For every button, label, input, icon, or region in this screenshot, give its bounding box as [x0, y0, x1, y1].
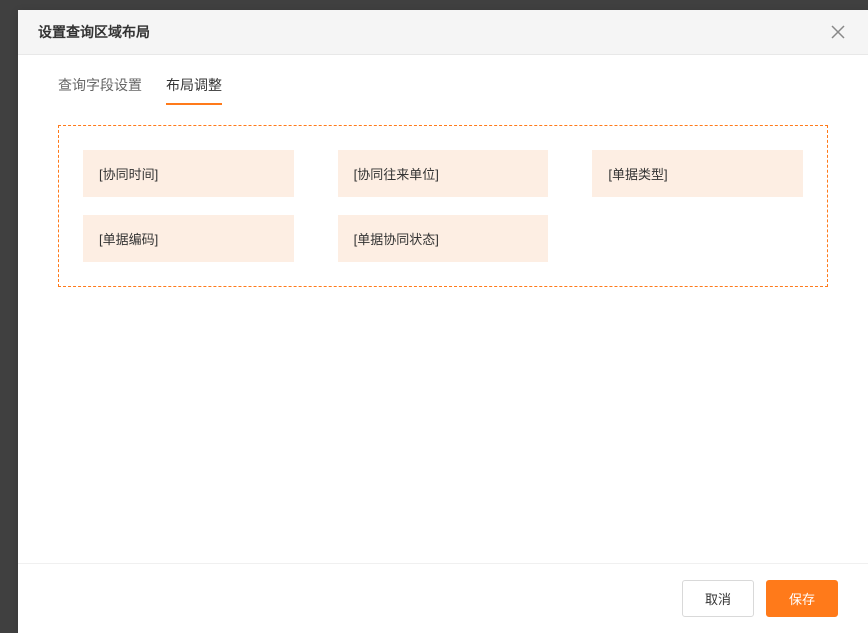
tab-query-field-settings[interactable]: 查询字段设置 [58, 75, 142, 105]
layout-grid: [协同时间] [协同往来单位] [单据类型] [单据编码] [单据协同状态] [83, 150, 803, 262]
modal-body: 查询字段设置 布局调整 [协同时间] [协同往来单位] [单据类型] [单据编码… [18, 55, 868, 563]
close-icon[interactable] [828, 22, 848, 42]
field-item[interactable]: [单据协同状态] [338, 215, 549, 262]
layout-drop-area[interactable]: [协同时间] [协同往来单位] [单据类型] [单据编码] [单据协同状态] [58, 125, 828, 287]
field-item[interactable]: [单据编码] [83, 215, 294, 262]
modal-title: 设置查询区域布局 [38, 22, 150, 42]
tab-layout-adjust[interactable]: 布局调整 [166, 75, 222, 105]
cancel-button[interactable]: 取消 [682, 580, 754, 617]
field-item[interactable]: [协同时间] [83, 150, 294, 197]
tabs: 查询字段设置 布局调整 [58, 75, 828, 105]
modal-dialog: 设置查询区域布局 查询字段设置 布局调整 [协同时间] [协同往来单位] [单据… [18, 10, 868, 633]
field-item[interactable]: [协同往来单位] [338, 150, 549, 197]
modal-header: 设置查询区域布局 [18, 10, 868, 55]
save-button[interactable]: 保存 [766, 580, 838, 617]
field-item[interactable]: [单据类型] [592, 150, 803, 197]
modal-footer: 取消 保存 [18, 563, 868, 633]
